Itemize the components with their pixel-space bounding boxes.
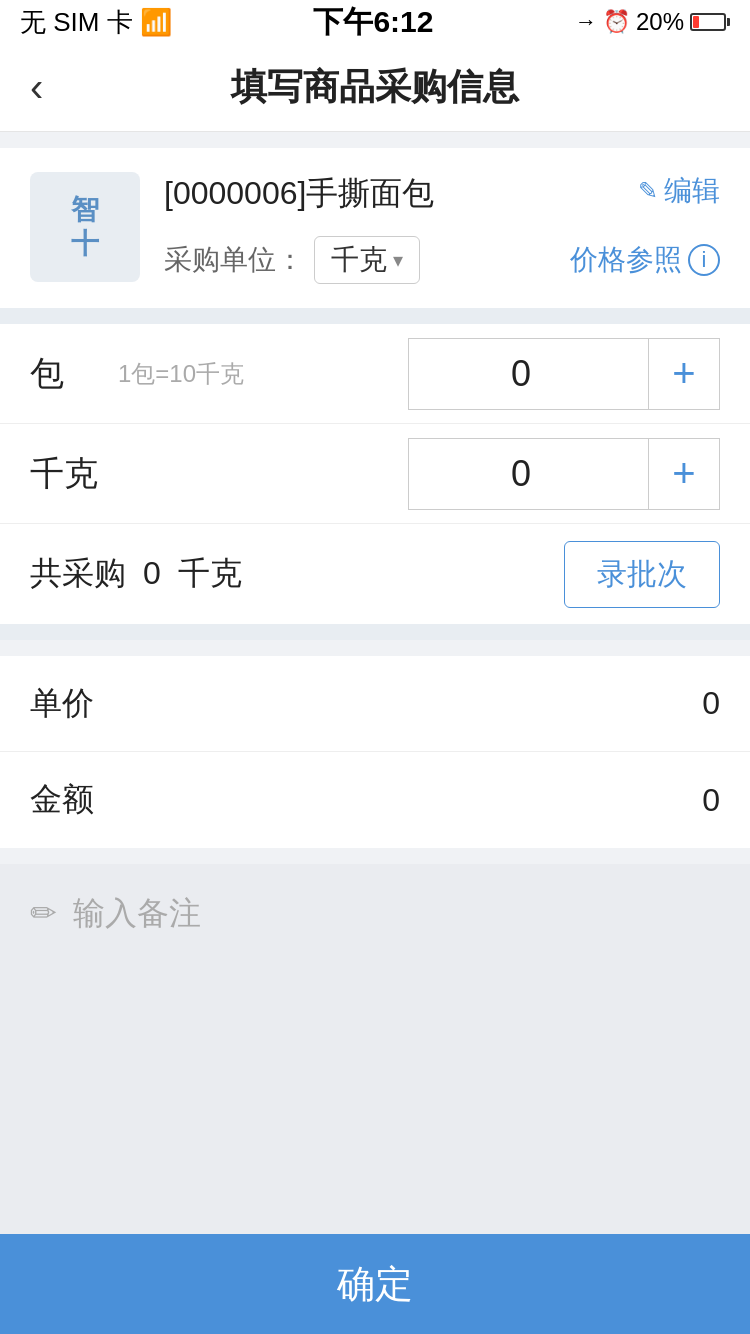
unit-value: 千克	[331, 241, 387, 279]
product-thumbnail: 智 十	[30, 172, 140, 282]
bao-input[interactable]	[408, 338, 648, 410]
back-button[interactable]: ‹	[30, 65, 90, 110]
confirm-button[interactable]: 确定	[0, 1234, 750, 1334]
location-icon: →	[575, 9, 597, 35]
separator-1	[0, 308, 750, 324]
product-logo: 智 十	[71, 193, 99, 260]
note-placeholder: 输入备注	[73, 892, 201, 936]
status-bar: 无 SIM 卡 📶 下午6:12 → ⏰ 20%	[0, 0, 750, 44]
amount-value: 0	[702, 782, 720, 819]
bao-control: +	[408, 338, 720, 410]
bao-sublabel: 1包=10千克	[118, 358, 408, 390]
bao-label: 包	[30, 351, 110, 397]
qianke-input[interactable]	[408, 438, 648, 510]
summary-text: 共采购 0 千克	[30, 552, 242, 596]
bao-row: 包 1包=10千克 +	[0, 324, 750, 424]
unit-select[interactable]: 千克 ▾	[314, 236, 420, 284]
qianke-control: +	[408, 438, 720, 510]
status-time: 下午6:12	[313, 2, 433, 43]
product-section: 智 十 [0000006]手撕面包 ✎ 编辑 采购单位： 千克 ▾	[0, 148, 750, 308]
qianke-label: 千克	[30, 451, 110, 497]
bao-plus-button[interactable]: +	[648, 338, 720, 410]
unit-label: 采购单位：	[164, 241, 304, 279]
product-unit: 采购单位： 千克 ▾	[164, 236, 420, 284]
sim-wifi-label: 无 SIM 卡 📶	[20, 5, 172, 40]
unit-price-label: 单价	[30, 682, 94, 726]
status-left: 无 SIM 卡 📶	[20, 5, 172, 40]
info-icon: i	[688, 244, 720, 276]
product-name: [0000006]手撕面包	[164, 172, 434, 216]
battery-icon	[690, 13, 730, 31]
price-ref-button[interactable]: 价格参照 i	[570, 241, 720, 279]
edit-icon: ✎	[638, 177, 658, 205]
product-info: [0000006]手撕面包 ✎ 编辑 采购单位： 千克 ▾ 价格参照 i	[164, 172, 720, 284]
qianke-row: 千克 +	[0, 424, 750, 524]
separator-2	[0, 624, 750, 640]
status-right: → ⏰ 20%	[575, 8, 730, 36]
alarm-icon: ⏰	[603, 9, 630, 35]
unit-price-row: 单价 0	[0, 656, 750, 752]
amount-label: 金额	[30, 778, 94, 822]
price-section: 单价 0 金额 0	[0, 656, 750, 848]
amount-row: 金额 0	[0, 752, 750, 848]
edit-button[interactable]: ✎ 编辑	[638, 172, 720, 210]
page-title: 填写商品采购信息	[231, 63, 519, 112]
battery-percent: 20%	[636, 8, 684, 36]
input-section: 包 1包=10千克 + 千克 + 共采购 0 千克 录批次	[0, 324, 750, 624]
summary-row: 共采购 0 千克 录批次	[0, 524, 750, 624]
batch-button[interactable]: 录批次	[564, 541, 720, 608]
dropdown-arrow-icon: ▾	[393, 248, 403, 272]
unit-price-value: 0	[702, 685, 720, 722]
qianke-plus-button[interactable]: +	[648, 438, 720, 510]
nav-bar: ‹ 填写商品采购信息	[0, 44, 750, 132]
pencil-icon: ✏	[30, 894, 57, 932]
product-meta: 采购单位： 千克 ▾ 价格参照 i	[164, 236, 720, 284]
